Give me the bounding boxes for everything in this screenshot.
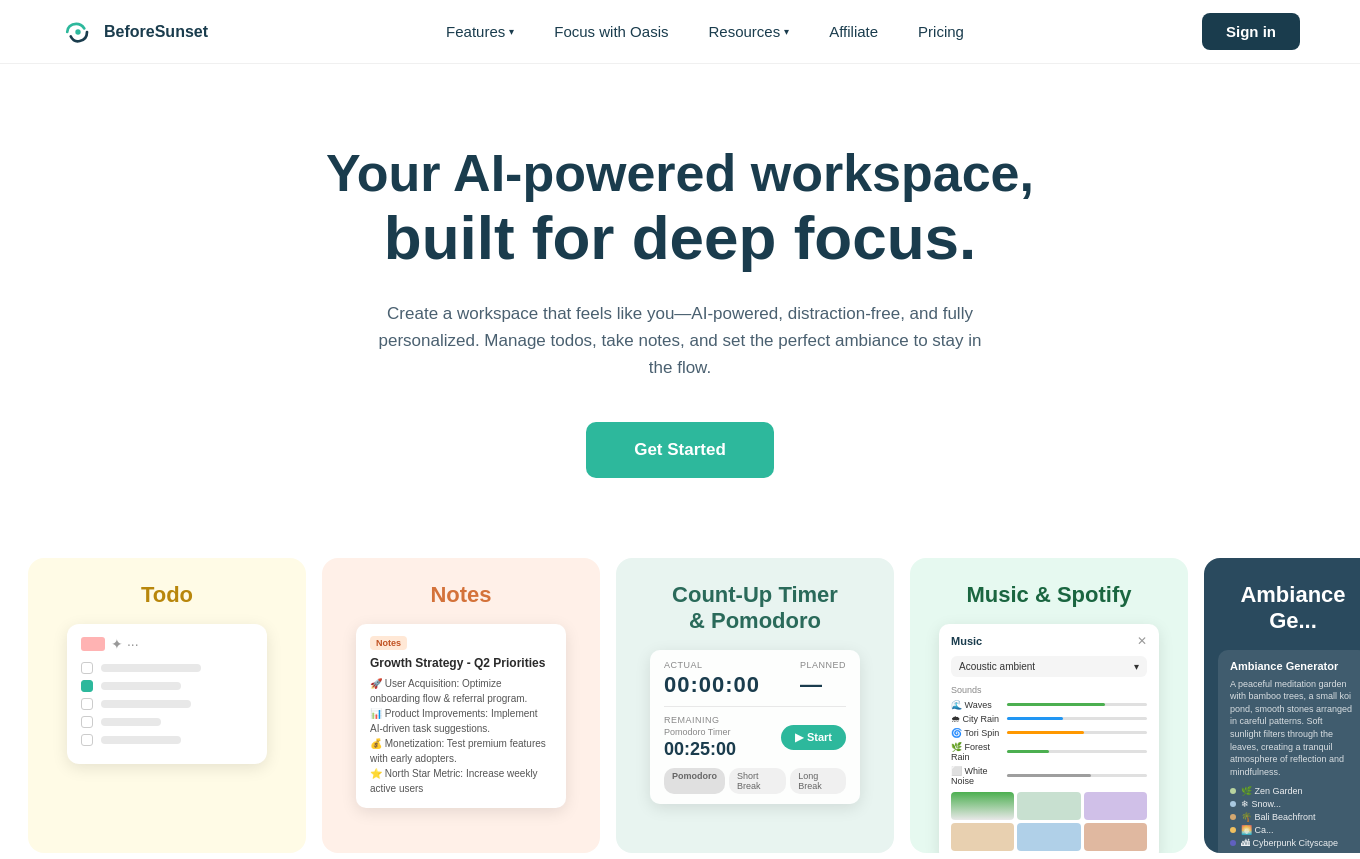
timer-card-title: Count-Up Timer& Pomodoro xyxy=(672,582,838,634)
nav-resources[interactable]: Resources ▾ xyxy=(692,15,805,48)
short-break-tab[interactable]: Short Break xyxy=(729,768,786,794)
todo-line xyxy=(101,736,181,744)
logo[interactable]: BeforeSunset xyxy=(60,20,208,44)
timer-sub-label: REMAINING xyxy=(664,715,736,725)
signin-button[interactable]: Sign in xyxy=(1202,13,1300,50)
nav-pricing[interactable]: Pricing xyxy=(902,15,980,48)
todo-checkbox xyxy=(81,716,93,728)
timer-tabs: Pomodoro Short Break Long Break xyxy=(664,768,846,794)
todo-checkbox xyxy=(81,698,93,710)
music-slider-row: 🌧 City Rain xyxy=(951,714,1147,724)
ambiance-color-dot xyxy=(1230,840,1236,846)
todo-row xyxy=(81,662,253,674)
timer-preview: ACTUAL 00:00:00 PLANNED — REMAINING Pomo… xyxy=(650,650,860,804)
todo-line xyxy=(101,664,201,672)
nav-features[interactable]: Features ▾ xyxy=(430,15,530,48)
get-started-button[interactable]: Get Started xyxy=(586,422,774,478)
notes-preview: Notes Growth Strategy - Q2 Priorities 🚀 … xyxy=(356,624,566,808)
music-slider-row: ⬜ White Noise xyxy=(951,766,1147,786)
todo-options-icon: ✦ ··· xyxy=(111,636,139,652)
hero-subtitle: Create a workspace that feels like you—A… xyxy=(370,300,990,382)
chevron-down-icon: ▾ xyxy=(509,26,514,37)
todo-checkbox xyxy=(81,662,93,674)
music-slider-row: 🌊 Waves xyxy=(951,700,1147,710)
nav-affiliate[interactable]: Affiliate xyxy=(813,15,894,48)
album-art xyxy=(1017,792,1080,820)
todo-line xyxy=(101,682,181,690)
album-art xyxy=(951,823,1014,851)
ambiance-item: 🌴 Bali Beachfront xyxy=(1230,812,1356,822)
music-card-title: Music & Spotify xyxy=(966,582,1131,608)
music-slider-row: 🌀 Tori Spin xyxy=(951,728,1147,738)
nav-links: Features ▾ Focus with Oasis Resources ▾ … xyxy=(430,15,980,48)
feature-card-music: Music & Spotify Music ✕ Acoustic ambient… xyxy=(910,558,1188,853)
chevron-down-icon: ▾ xyxy=(1134,661,1139,672)
timer-planned-time: — xyxy=(800,672,846,698)
ambiance-color-dot xyxy=(1230,814,1236,820)
navbar: BeforeSunset Features ▾ Focus with Oasis… xyxy=(0,0,1360,64)
hero-title-line1: Your AI-powered workspace, xyxy=(20,144,1340,204)
music-album-grid xyxy=(951,792,1147,851)
timer-actual-label: ACTUAL xyxy=(664,660,760,670)
ambiance-color-dot xyxy=(1230,801,1236,807)
todo-row xyxy=(81,734,253,746)
music-close-icon[interactable]: ✕ xyxy=(1137,634,1147,648)
notes-heading: Growth Strategy - Q2 Priorities xyxy=(370,656,552,670)
notes-card-title: Notes xyxy=(430,582,491,608)
timer-planned-label: PLANNED xyxy=(800,660,846,670)
todo-line xyxy=(101,718,161,726)
todo-checkbox-checked xyxy=(81,680,93,692)
logo-text: BeforeSunset xyxy=(104,23,208,41)
feature-card-todo: Todo ✦ ··· xyxy=(28,558,306,853)
timer-actual-time: 00:00:00 xyxy=(664,672,760,698)
nav-focus-oasis[interactable]: Focus with Oasis xyxy=(538,15,684,48)
todo-line xyxy=(101,700,191,708)
ambiance-color-dot xyxy=(1230,827,1236,833)
hero-section: Your AI-powered workspace, built for dee… xyxy=(0,64,1360,538)
pomodoro-time: 00:25:00 xyxy=(664,739,736,760)
pomodoro-tab[interactable]: Pomodoro xyxy=(664,768,725,794)
ambiance-heading: Ambiance Generator xyxy=(1230,660,1356,672)
ambiance-item: ❄ Snow... xyxy=(1230,799,1356,809)
music-slider-row: 🌿 Forest Rain xyxy=(951,742,1147,762)
hero-title-line2: built for deep focus. xyxy=(20,204,1340,272)
music-preview: Music ✕ Acoustic ambient ▾ Sounds 🌊 Wave… xyxy=(939,624,1159,853)
svg-point-0 xyxy=(75,29,80,34)
music-ambient-select[interactable]: Acoustic ambient ▾ xyxy=(951,656,1147,677)
album-art xyxy=(1084,823,1147,851)
notes-tag: Notes xyxy=(370,636,407,650)
feature-card-notes: Notes Notes Growth Strategy - Q2 Priorit… xyxy=(322,558,600,853)
music-panel-title: Music xyxy=(951,635,982,647)
album-art xyxy=(1017,823,1080,851)
long-break-tab[interactable]: Long Break xyxy=(790,768,846,794)
ambiance-card-title: AmbianceGe... xyxy=(1240,582,1345,634)
album-art xyxy=(1084,792,1147,820)
pomodoro-label: Pomodoro Timer xyxy=(664,727,736,737)
todo-checkbox xyxy=(81,734,93,746)
ambiance-item: 🌅 Ca... xyxy=(1230,825,1356,835)
feature-strip: Todo ✦ ··· xyxy=(0,558,1360,853)
todo-preview: ✦ ··· xyxy=(67,624,267,764)
ambiance-item: 🌿 Zen Garden xyxy=(1230,786,1356,796)
todo-card-title: Todo xyxy=(141,582,193,608)
todo-row xyxy=(81,698,253,710)
play-icon: ▶ xyxy=(795,731,803,744)
chevron-down-icon: ▾ xyxy=(784,26,789,37)
ambiance-item: 🏙 Cyberpunk Cityscape xyxy=(1230,838,1356,848)
sounds-label: Sounds xyxy=(951,685,1147,695)
feature-card-timer: Count-Up Timer& Pomodoro ACTUAL 00:00:00… xyxy=(616,558,894,853)
ambiance-preview: Ambiance Generator A peaceful meditation… xyxy=(1218,650,1360,853)
timer-divider xyxy=(664,706,846,707)
todo-row xyxy=(81,716,253,728)
album-art xyxy=(951,792,1014,820)
ambiance-description: A peaceful meditation garden with bamboo… xyxy=(1230,678,1356,779)
notes-body: 🚀 User Acquisition: Optimize onboarding … xyxy=(370,676,552,796)
todo-row xyxy=(81,680,253,692)
timer-start-button[interactable]: ▶ Start xyxy=(781,725,846,750)
feature-card-ambiance: AmbianceGe... Ambiance Generator A peace… xyxy=(1204,558,1360,853)
ambiance-color-dot xyxy=(1230,788,1236,794)
todo-color-dot xyxy=(81,637,105,651)
